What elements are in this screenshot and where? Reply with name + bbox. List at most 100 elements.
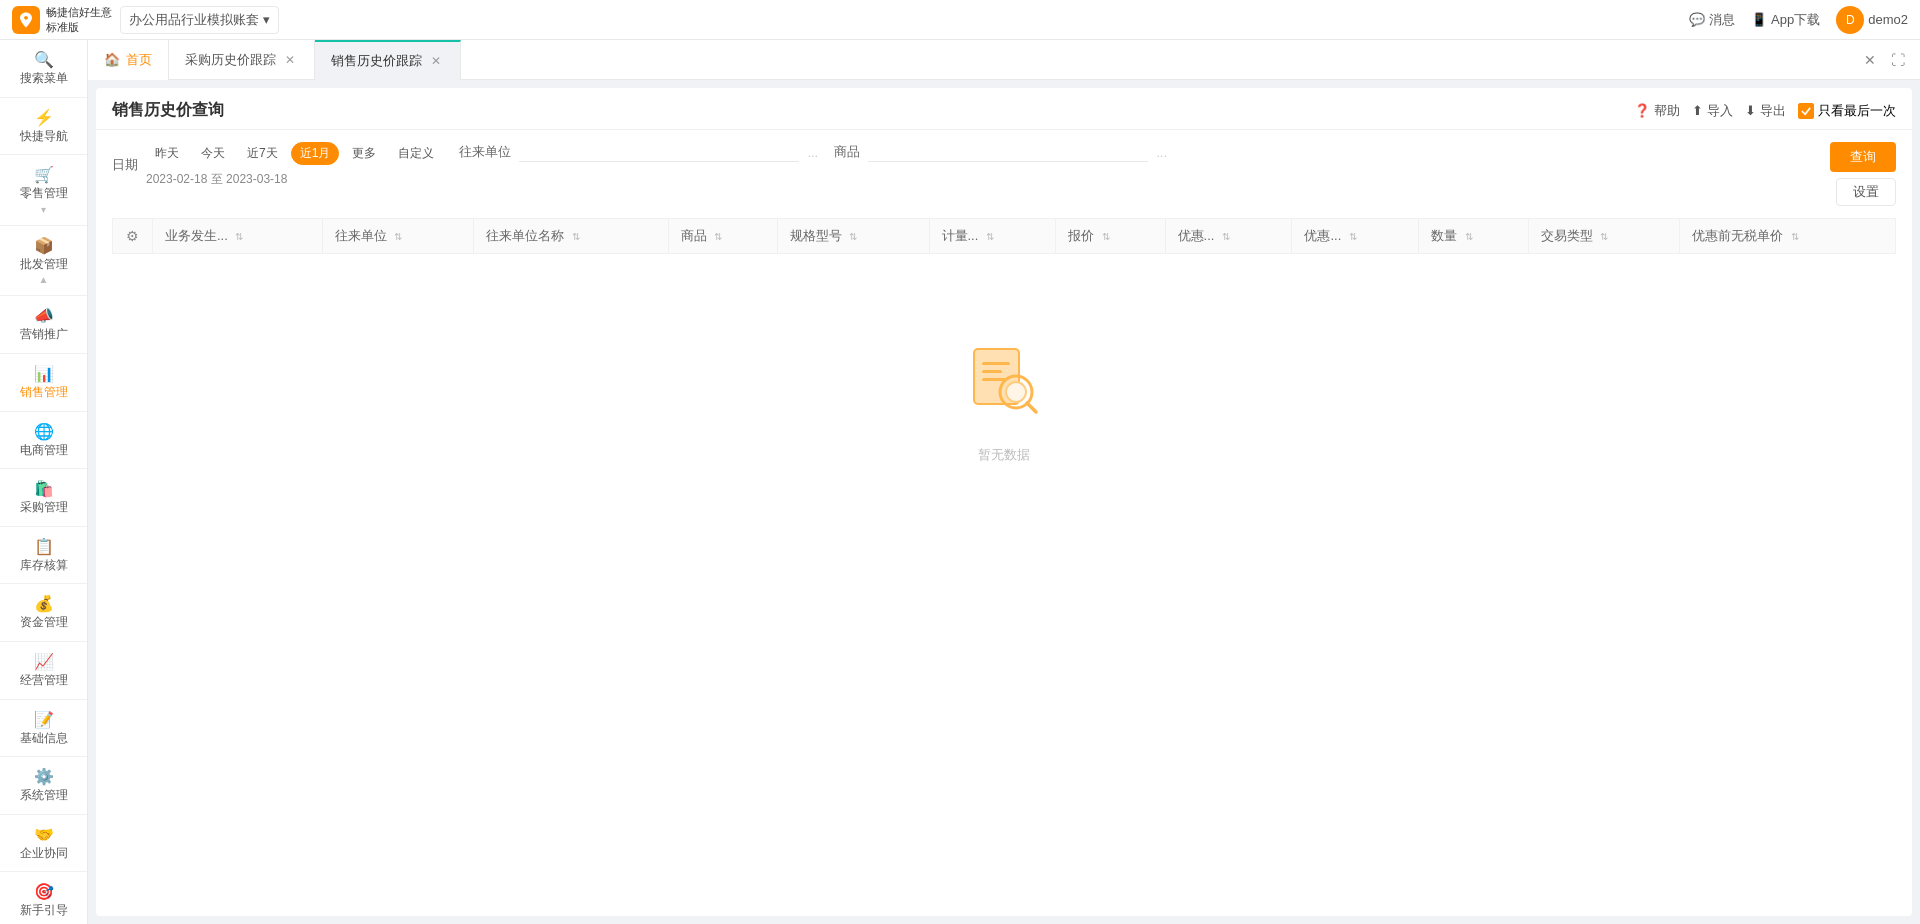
empty-state: 暂无数据 <box>112 254 1896 544</box>
goods-label: 商品 <box>834 143 860 161</box>
sidebar-item-inventory[interactable]: 📋 库存核算 <box>0 527 87 585</box>
settings-button[interactable]: 设置 <box>1836 178 1896 206</box>
user-menu[interactable]: D demo2 <box>1836 6 1908 34</box>
svg-rect-1 <box>982 362 1010 365</box>
date-filter-group: 日期 昨天 今天 近7天 近1月 更多 自定义 2023-02-18 至 202… <box>112 142 443 188</box>
sidebar-item-system[interactable]: ⚙️ 系统管理 <box>0 757 87 815</box>
table-header-unit[interactable]: 计量... ⇅ <box>929 219 1056 254</box>
date-range-display: 2023-02-18 至 2023-03-18 <box>146 171 443 188</box>
export-btn[interactable]: ⬇ 导出 <box>1745 102 1786 120</box>
sidebar-item-basic-info[interactable]: 📝 基础信息 <box>0 700 87 758</box>
maximize-btn[interactable]: ⛶ <box>1888 50 1908 70</box>
table-header-partner-name[interactable]: 往来单位名称 ⇅ <box>474 219 668 254</box>
sidebar-item-ecommerce[interactable]: 🌐 电商管理 <box>0 412 87 470</box>
sidebar-item-sales-mgmt[interactable]: 📊 销售管理 <box>0 354 87 412</box>
content-area: 🏠 首页 采购历史价跟踪 ✕ 销售历史价跟踪 ✕ ✕ ⛶ 销售历史价查 <box>88 40 1920 924</box>
table-header-quantity[interactable]: 数量 ⇅ <box>1419 219 1528 254</box>
topbar-right: 💬 消息 📱 App下载 D demo2 <box>1689 6 1908 34</box>
tab-close-purchase[interactable]: ✕ <box>282 52 298 68</box>
partner-filter-group: 往来单位 ... <box>459 142 818 162</box>
app-download-btn[interactable]: 📱 App下载 <box>1751 11 1820 29</box>
sort-icon[interactable]: ⇅ <box>1102 231 1110 242</box>
import-btn[interactable]: ⬆ 导入 <box>1692 102 1733 120</box>
logo-area: 畅捷信好生意 标准版 <box>12 5 112 34</box>
sidebar-item-search[interactable]: 🔍 搜索菜单 <box>0 40 87 98</box>
sidebar-item-marketing[interactable]: 📣 营销推广 <box>0 296 87 354</box>
page-content: 销售历史价查询 ❓ 帮助 ⬆ 导入 ⬇ 导出 <box>88 80 1920 924</box>
tab-home[interactable]: 🏠 首页 <box>88 40 169 80</box>
filter-bar: 日期 昨天 今天 近7天 近1月 更多 自定义 2023-02-18 至 202… <box>96 130 1912 218</box>
sort-icon[interactable]: ⇅ <box>1349 231 1357 242</box>
table-header-spec[interactable]: 规格型号 ⇅ <box>777 219 929 254</box>
tab-sales-history[interactable]: 销售历史价跟踪 ✕ <box>315 40 461 80</box>
tab-close-sales[interactable]: ✕ <box>428 53 444 69</box>
sidebar-item-retail[interactable]: 🛒 零售管理 ▾ <box>0 155 87 226</box>
inventory-icon: 📋 <box>34 537 54 556</box>
close-window-btn[interactable]: ✕ <box>1860 50 1880 70</box>
partner-input[interactable] <box>519 142 799 162</box>
sort-icon[interactable]: ⇅ <box>1600 231 1608 242</box>
sidebar-item-purchase[interactable]: 🛍️ 采购管理 <box>0 469 87 527</box>
help-icon: ❓ <box>1634 103 1650 118</box>
table-header-goods[interactable]: 商品 ⇅ <box>668 219 777 254</box>
sort-icon[interactable]: ⇅ <box>849 231 857 242</box>
chevron-up-icon: ▲ <box>39 274 49 285</box>
topbar: 畅捷信好生意 标准版 办公用品行业模拟账套 ▾ 💬 消息 📱 App下载 D d… <box>0 0 1920 40</box>
partner-dots-btn[interactable]: ... <box>807 145 818 160</box>
sort-icon[interactable]: ⇅ <box>1465 231 1473 242</box>
sort-icon[interactable]: ⇅ <box>394 231 402 242</box>
home-icon: 🏠 <box>104 52 120 67</box>
table-header-partner-code[interactable]: 往来单位 ⇅ <box>322 219 474 254</box>
sort-icon[interactable]: ⇅ <box>235 231 243 242</box>
page-inner: 销售历史价查询 ❓ 帮助 ⬆ 导入 ⬇ 导出 <box>96 88 1912 916</box>
sort-icon[interactable]: ⇅ <box>1222 231 1230 242</box>
sort-icon[interactable]: ⇅ <box>1791 231 1799 242</box>
date-btn-7days[interactable]: 近7天 <box>238 142 287 165</box>
table-header-discount-rate[interactable]: 优惠... ⇅ <box>1165 219 1292 254</box>
wholesale-icon: 📦 <box>34 236 54 255</box>
sidebar-item-enterprise[interactable]: 🤝 企业协同 <box>0 815 87 873</box>
retail-icon: 🛒 <box>34 165 54 184</box>
svg-rect-2 <box>982 370 1002 373</box>
sort-icon[interactable]: ⇅ <box>714 231 722 242</box>
topbar-left: 畅捷信好生意 标准版 办公用品行业模拟账套 ▾ <box>12 5 279 34</box>
goods-dots-btn[interactable]: ... <box>1156 145 1167 160</box>
table-header-biz-date[interactable]: 业务发生... ⇅ <box>153 219 323 254</box>
gear-icon[interactable]: ⚙ <box>126 228 139 244</box>
sidebar-item-operations[interactable]: 📈 经营管理 <box>0 642 87 700</box>
date-label: 日期 <box>112 156 138 174</box>
purchase-icon: 🛍️ <box>34 479 54 498</box>
date-btn-yesterday[interactable]: 昨天 <box>146 142 188 165</box>
sort-icon[interactable]: ⇅ <box>986 231 994 242</box>
date-btn-more[interactable]: 更多 <box>343 142 385 165</box>
date-btn-today[interactable]: 今天 <box>192 142 234 165</box>
download-icon: 📱 <box>1751 12 1767 27</box>
sidebar-item-wholesale[interactable]: 📦 批发管理 ▲ <box>0 226 87 297</box>
help-btn[interactable]: ❓ 帮助 <box>1634 102 1680 120</box>
table-header-settings: ⚙ <box>113 219 153 254</box>
tab-purchase-history[interactable]: 采购历史价跟踪 ✕ <box>169 40 315 80</box>
sidebar-item-shortcut[interactable]: ⚡ 快捷导航 <box>0 98 87 156</box>
system-icon: ⚙️ <box>34 767 54 786</box>
empty-illustration <box>954 334 1054 434</box>
enterprise-icon: 🤝 <box>34 825 54 844</box>
date-btn-custom[interactable]: 自定义 <box>389 142 443 165</box>
goods-input[interactable] <box>868 142 1148 162</box>
sort-icon[interactable]: ⇅ <box>572 231 580 242</box>
sidebar-item-finance[interactable]: 💰 资金管理 <box>0 584 87 642</box>
table-header-price[interactable]: 报价 ⇅ <box>1056 219 1165 254</box>
table-header-discount-amt[interactable]: 优惠... ⇅ <box>1292 219 1419 254</box>
svg-line-6 <box>1027 403 1036 412</box>
svg-point-5 <box>1006 382 1026 402</box>
date-btn-1month[interactable]: 近1月 <box>291 142 340 165</box>
message-btn[interactable]: 💬 消息 <box>1689 11 1735 29</box>
only-last-checkbox[interactable]: 只看最后一次 <box>1798 102 1896 120</box>
checkbox-icon <box>1798 103 1814 119</box>
table-header-trade-type[interactable]: 交易类型 ⇅ <box>1528 219 1680 254</box>
avatar: D <box>1836 6 1864 34</box>
search-icon: 🔍 <box>34 50 54 69</box>
app-selector[interactable]: 办公用品行业模拟账套 ▾ <box>120 6 279 34</box>
table-header-pretax-price[interactable]: 优惠前无税单价 ⇅ <box>1680 219 1896 254</box>
sidebar-item-guide[interactable]: 🎯 新手引导 <box>0 872 87 924</box>
query-button[interactable]: 查询 <box>1830 142 1896 172</box>
